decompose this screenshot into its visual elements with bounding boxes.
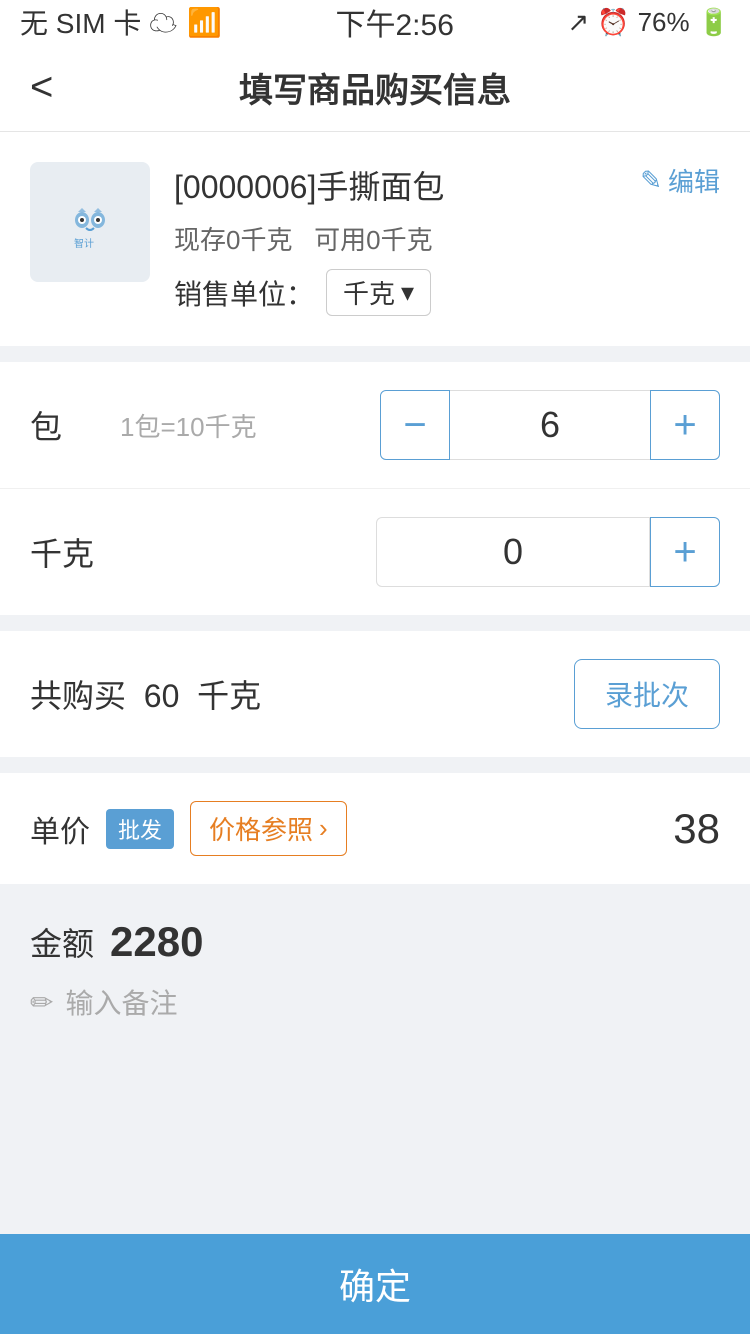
package-input[interactable] [450,390,650,460]
status-left: 无 SIM 卡 ☁ 📶 [20,2,222,42]
status-time: 下午2:56 [336,0,454,44]
amount-value: 2280 [110,918,203,966]
product-info: [0000006]手撕面包 现存0千克 可用0千克 销售单位： 千克 ▾ [174,162,720,316]
amount-section: 金额 2280 ✏ 输入备注 [0,888,750,1088]
back-button[interactable]: < [30,65,53,110]
kg-input[interactable] [376,517,650,587]
wifi-icon: 📶 [187,6,222,39]
package-label: 包 [30,402,110,448]
nav-bar: < 填写商品购买信息 [0,44,750,132]
status-right: ↗ ⏰ 76% 🔋 [567,7,730,38]
dropdown-icon: ▾ [401,277,414,308]
package-hint: 1包=10千克 [120,407,380,444]
bottom-spacer [0,1088,750,1208]
price-section: 单价 批发 价格参照 › 38 [0,773,750,884]
total-quantity: 60 [144,678,180,714]
battery-label: 76% [638,7,690,38]
remark-row[interactable]: ✏ 输入备注 [30,982,720,1022]
price-reference-button[interactable]: 价格参照 › [190,801,347,856]
kg-controls: + [376,517,720,587]
unit-select[interactable]: 千克 ▾ [326,269,431,316]
product-name: [0000006]手撕面包 [174,162,720,208]
wholesale-badge: 批发 [106,809,174,849]
location-icon: ↗ [567,7,589,38]
remark-label: 输入备注 [65,982,177,1022]
quantity-input-section: 包 1包=10千克 − + 千克 + [0,362,750,615]
edit-button[interactable]: ✎ 编辑 [640,162,720,199]
price-value: 38 [673,805,720,853]
product-section: 智计 [0000006]手撕面包 现存0千克 可用0千克 销售单位： 千克 ▾ … [0,132,750,346]
sim-label: 无 SIM 卡 ☁ [20,2,177,42]
alarm-icon: ⏰ [597,7,629,38]
package-minus-button[interactable]: − [380,390,450,460]
battery-icon: 🔋 [698,7,730,38]
product-logo-icon: 智计 [60,192,120,252]
amount-row: 金额 2280 [30,918,720,966]
package-row: 包 1包=10千克 − + [0,362,750,489]
price-label: 单价 [30,807,90,851]
package-plus-button[interactable]: + [650,390,720,460]
edit-icon: ✎ [640,165,662,196]
product-stock: 现存0千克 可用0千克 [174,220,720,257]
record-batch-button[interactable]: 录批次 [574,659,720,729]
pencil-icon: ✏ [30,986,53,1019]
confirm-button[interactable]: 确定 [0,1234,750,1334]
package-controls: − + [380,390,720,460]
unit-label: 销售单位： [174,273,314,313]
kg-plus-button[interactable]: + [650,517,720,587]
total-section: 共购买 60 千克 录批次 [0,631,750,757]
product-image: 智计 [30,162,150,282]
price-left: 单价 批发 价格参照 › [30,801,347,856]
amount-label: 金额 [30,919,94,965]
svg-text:智计: 智计 [74,237,94,250]
chevron-right-icon: › [319,813,328,844]
status-bar: 无 SIM 卡 ☁ 📶 下午2:56 ↗ ⏰ 76% 🔋 [0,0,750,44]
total-text: 共购买 60 千克 [30,671,261,717]
kg-row: 千克 + [0,489,750,615]
product-unit-row: 销售单位： 千克 ▾ [174,269,720,316]
page-title: 填写商品购买信息 [239,63,511,112]
kg-label: 千克 [30,529,110,575]
